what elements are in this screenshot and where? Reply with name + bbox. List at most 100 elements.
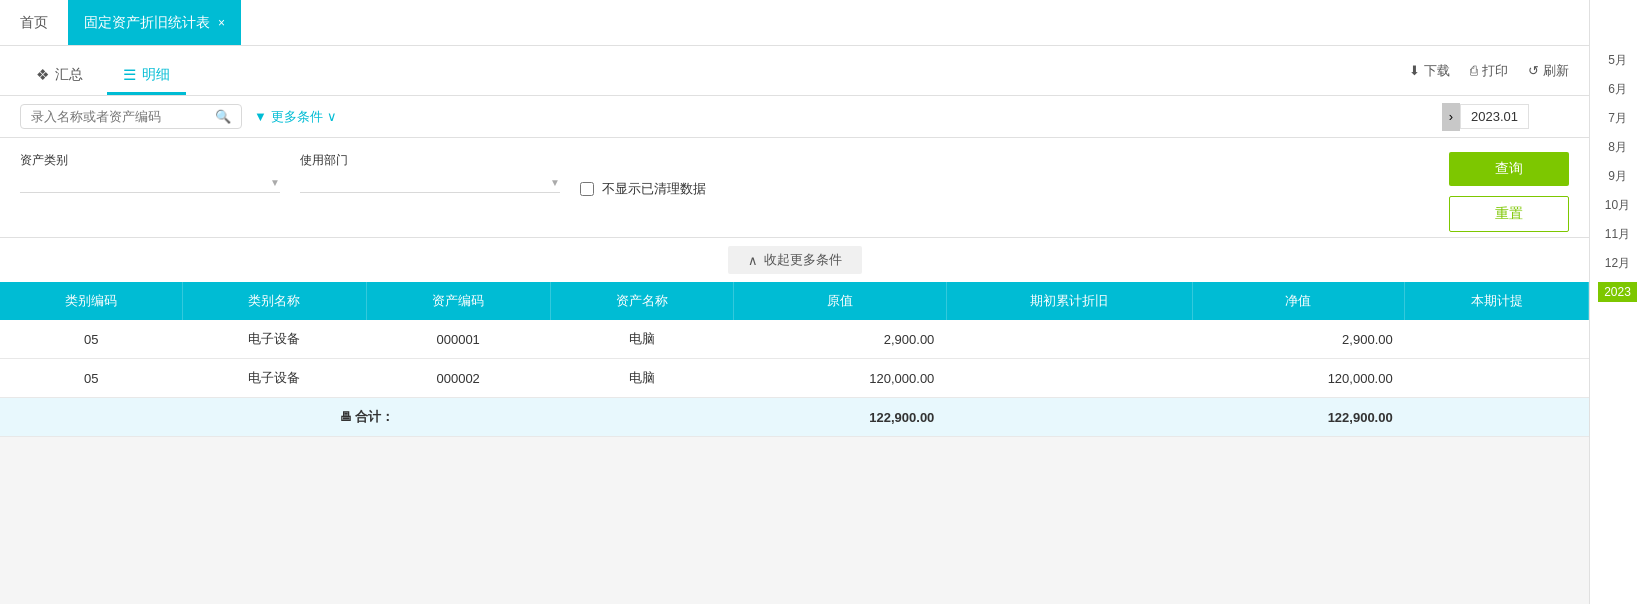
- right-panel: 5月6月7月8月9月10月11月12月 2023: [1589, 0, 1645, 604]
- col-header-asset-name: 资产名称: [550, 282, 734, 320]
- date-display: 2023.01: [1460, 104, 1529, 129]
- home-nav[interactable]: 首页: [0, 0, 68, 45]
- total-label: 🖶 合计：: [0, 398, 734, 437]
- col-header-current-period: 本期计提: [1405, 282, 1589, 320]
- download-label: 下载: [1424, 62, 1450, 80]
- table-container: 类别编码 类别名称 资产编码 资产名称 原值 期初累计折旧 净值 本期计提 05…: [0, 282, 1589, 437]
- filter-bar: 🔍 ▼ 更多条件 ∨ › 2023.01: [0, 96, 1589, 138]
- cell-current-period: [1405, 359, 1589, 398]
- month-item[interactable]: 8月: [1605, 133, 1630, 162]
- download-icon: ⬇: [1409, 63, 1420, 78]
- month-item[interactable]: 12月: [1605, 249, 1630, 278]
- asset-category-group: 资产类别 ▼: [20, 152, 280, 193]
- month-item[interactable]: 5月: [1605, 46, 1630, 75]
- no-cleared-label: 不显示已清理数据: [602, 180, 706, 198]
- month-item[interactable]: 9月: [1605, 162, 1630, 191]
- asset-category-arrow-icon: ▼: [270, 177, 280, 188]
- data-table: 类别编码 类别名称 资产编码 资产名称 原值 期初累计折旧 净值 本期计提 05…: [0, 282, 1589, 437]
- detail-tab-label: 明细: [142, 66, 170, 84]
- top-nav: 首页 固定资产折旧统计表 × ×: [0, 0, 1645, 46]
- sub-tabs-bar: ❖ 汇总 ☰ 明细 ⬇ 下载 ⎙ 打印 ↺ 刷新: [0, 46, 1589, 96]
- col-header-net-value: 净值: [1192, 282, 1405, 320]
- refresh-action[interactable]: ↺ 刷新: [1528, 62, 1569, 80]
- active-tab[interactable]: 固定资产折旧统计表 ×: [68, 0, 241, 45]
- col-header-accumulated: 期初累计折旧: [946, 282, 1192, 320]
- table-row: 05 电子设备 000001 电脑 2,900.00 2,900.00: [0, 320, 1589, 359]
- advanced-filter: 资产类别 ▼ 使用部门 ▼ 不显示已清理数据 查询 重置: [0, 138, 1589, 238]
- main-content: ❖ 汇总 ☰ 明细 ⬇ 下载 ⎙ 打印 ↺ 刷新 🔍: [0, 46, 1589, 604]
- search-icon[interactable]: 🔍: [215, 109, 231, 124]
- search-input-wrap[interactable]: 🔍: [20, 104, 242, 129]
- total-net-value: 122,900.00: [1192, 398, 1405, 437]
- department-select[interactable]: ▼: [300, 173, 560, 193]
- summary-tab-label: 汇总: [55, 66, 83, 84]
- no-cleared-group: 不显示已清理数据: [580, 152, 706, 198]
- department-arrow-icon: ▼: [550, 177, 560, 188]
- download-action[interactable]: ⬇ 下载: [1409, 62, 1450, 80]
- date-arrow-btn[interactable]: ›: [1442, 103, 1460, 131]
- collapse-up-icon: ∧: [748, 253, 758, 268]
- filter-date-area: › 2023.01: [1442, 103, 1529, 131]
- more-conditions-label: 更多条件: [271, 108, 323, 126]
- month-list: 5月6月7月8月9月10月11月12月: [1605, 46, 1630, 278]
- search-input[interactable]: [31, 109, 211, 124]
- tab-summary[interactable]: ❖ 汇总: [20, 66, 99, 95]
- cell-accumulated: [946, 320, 1192, 359]
- col-header-original-value: 原值: [734, 282, 947, 320]
- total-icon: 🖶: [340, 410, 352, 424]
- print-icon: ⎙: [1470, 63, 1478, 78]
- cell-category-code: 05: [0, 320, 183, 359]
- total-row: 🖶 合计： 122,900.00 122,900.00: [0, 398, 1589, 437]
- summary-tab-icon: ❖: [36, 66, 49, 84]
- filter-action-btns: 查询 重置: [1449, 152, 1569, 232]
- cell-asset-code: 000001: [366, 320, 550, 359]
- cell-original-value: 2,900.00: [734, 320, 947, 359]
- collapse-button[interactable]: ∧ 收起更多条件: [728, 246, 862, 274]
- detail-tab-icon: ☰: [123, 66, 136, 84]
- col-header-category-name: 类别名称: [183, 282, 367, 320]
- month-item[interactable]: 10月: [1605, 191, 1630, 220]
- collapse-label: 收起更多条件: [764, 251, 842, 269]
- department-group: 使用部门 ▼: [300, 152, 560, 193]
- tab-actions: ⬇ 下载 ⎙ 打印 ↺ 刷新: [1409, 62, 1569, 80]
- more-conditions-btn[interactable]: ▼ 更多条件 ∨: [254, 108, 337, 126]
- print-label: 打印: [1482, 62, 1508, 80]
- cell-asset-code: 000002: [366, 359, 550, 398]
- year-badge[interactable]: 2023: [1598, 282, 1637, 302]
- table-header-row: 类别编码 类别名称 资产编码 资产名称 原值 期初累计折旧 净值 本期计提: [0, 282, 1589, 320]
- collapse-bar: ∧ 收起更多条件: [0, 238, 1589, 282]
- cell-category-name: 电子设备: [183, 359, 367, 398]
- reset-button[interactable]: 重置: [1449, 196, 1569, 232]
- col-header-category-code: 类别编码: [0, 282, 183, 320]
- chevron-down-icon: ∨: [327, 109, 337, 124]
- filter-icon: ▼: [254, 109, 267, 124]
- month-item[interactable]: 6月: [1605, 75, 1630, 104]
- cell-asset-name: 电脑: [550, 359, 734, 398]
- total-original-value: 122,900.00: [734, 398, 947, 437]
- cell-asset-name: 电脑: [550, 320, 734, 359]
- month-item[interactable]: 11月: [1605, 220, 1630, 249]
- refresh-icon: ↺: [1528, 63, 1539, 78]
- cell-net-value: 2,900.00: [1192, 320, 1405, 359]
- refresh-label: 刷新: [1543, 62, 1569, 80]
- cell-current-period: [1405, 320, 1589, 359]
- print-action[interactable]: ⎙ 打印: [1470, 62, 1508, 80]
- department-label: 使用部门: [300, 152, 560, 169]
- total-accumulated: [946, 398, 1192, 437]
- asset-category-select[interactable]: ▼: [20, 173, 280, 193]
- tab-label: 固定资产折旧统计表: [84, 14, 210, 32]
- cell-category-code: 05: [0, 359, 183, 398]
- no-cleared-checkbox[interactable]: [580, 182, 594, 196]
- cell-original-value: 120,000.00: [734, 359, 947, 398]
- month-item[interactable]: 7月: [1605, 104, 1630, 133]
- table-row: 05 电子设备 000002 电脑 120,000.00 120,000.00: [0, 359, 1589, 398]
- query-button[interactable]: 查询: [1449, 152, 1569, 186]
- cell-category-name: 电子设备: [183, 320, 367, 359]
- total-current-period: [1405, 398, 1589, 437]
- tab-detail[interactable]: ☰ 明细: [107, 66, 186, 95]
- cell-net-value: 120,000.00: [1192, 359, 1405, 398]
- cell-accumulated: [946, 359, 1192, 398]
- col-header-asset-code: 资产编码: [366, 282, 550, 320]
- tab-close-icon[interactable]: ×: [218, 16, 225, 30]
- asset-category-label: 资产类别: [20, 152, 280, 169]
